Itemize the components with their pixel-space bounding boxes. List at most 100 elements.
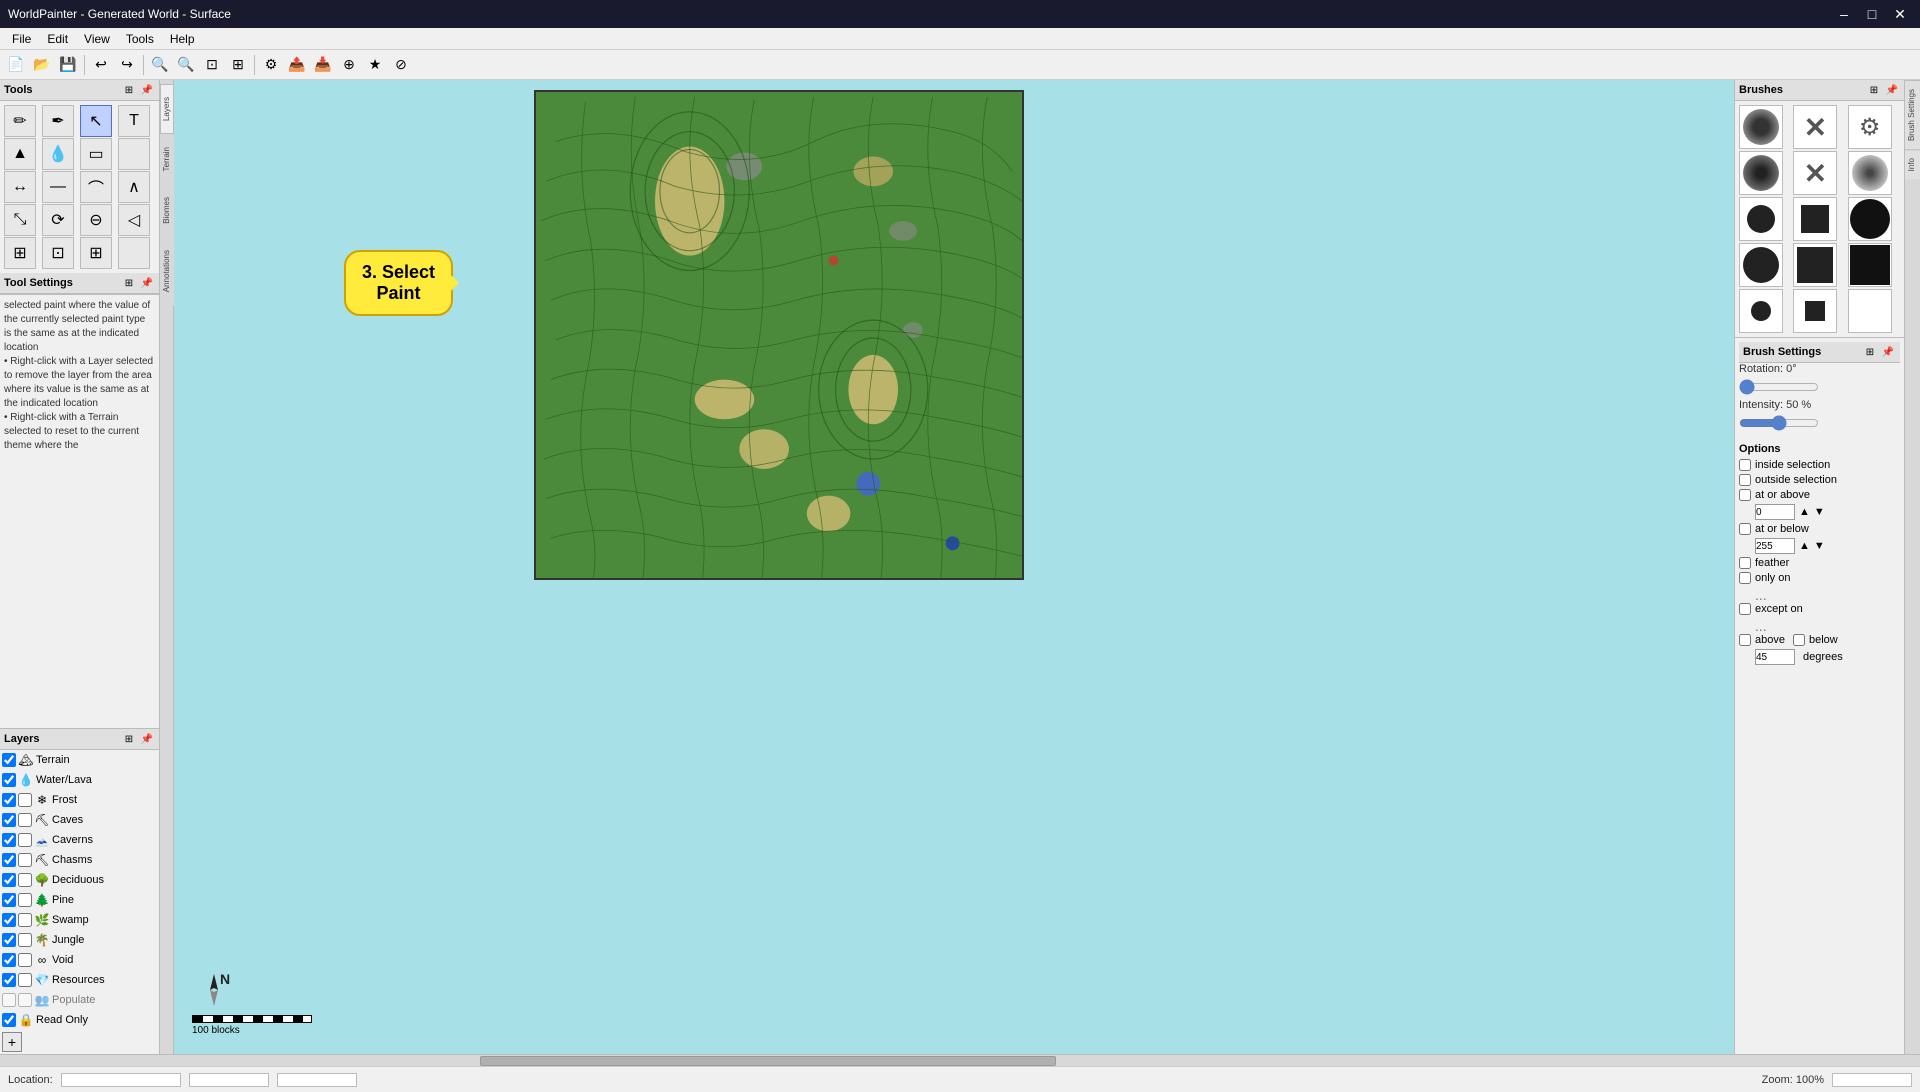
layer-check-pine[interactable] bbox=[2, 893, 16, 907]
at-below-spinner-down[interactable]: ▼ bbox=[1814, 540, 1825, 552]
side-tab-biomes[interactable]: Biomes bbox=[160, 184, 174, 237]
layer-item-void[interactable]: ∞ Void bbox=[0, 950, 159, 970]
toolbar-undo[interactable]: ↩ bbox=[89, 53, 113, 77]
tool-pencil[interactable]: ✒ bbox=[42, 105, 74, 137]
layer-check-swamp2[interactable] bbox=[18, 913, 32, 927]
layer-check-caves[interactable] bbox=[2, 813, 16, 827]
brush-circle-sm2[interactable] bbox=[1739, 289, 1783, 333]
brush-settings-pin-btn[interactable]: 📌 bbox=[1880, 344, 1896, 360]
toolbar-misc2[interactable]: ⊘ bbox=[389, 53, 413, 77]
menu-view[interactable]: View bbox=[76, 30, 118, 48]
tool-terrain[interactable]: ▲ bbox=[4, 138, 36, 170]
layer-item-chasms[interactable]: ⛏ Chasms bbox=[0, 850, 159, 870]
inside-selection-check[interactable] bbox=[1739, 459, 1751, 471]
rotation-slider[interactable] bbox=[1739, 379, 1819, 395]
toolbar-fit[interactable]: ⊡ bbox=[200, 53, 224, 77]
brush-circle-med2[interactable] bbox=[1739, 243, 1783, 287]
brush-square-med[interactable] bbox=[1793, 243, 1837, 287]
toolbar-zoom-out[interactable]: 🔍 bbox=[174, 53, 198, 77]
toolbar-export[interactable]: 📤 bbox=[285, 53, 309, 77]
brush-circle-lg[interactable] bbox=[1848, 197, 1892, 241]
tool-arrow-left[interactable]: ◁ bbox=[118, 204, 150, 236]
layer-item-jungle[interactable]: 🌴 Jungle bbox=[0, 930, 159, 950]
layer-item-frost[interactable]: ❄ Frost bbox=[0, 790, 159, 810]
below-check[interactable] bbox=[1793, 634, 1805, 646]
layer-check-terrain[interactable] bbox=[2, 753, 16, 767]
layer-check-void2[interactable] bbox=[18, 953, 32, 967]
toolbar-save[interactable]: 💾 bbox=[56, 53, 80, 77]
layer-check-void[interactable] bbox=[2, 953, 16, 967]
brush-gear[interactable]: ⚙ bbox=[1848, 105, 1892, 149]
canvas-area[interactable]: 3. SelectPaint bbox=[174, 80, 1734, 1054]
brush-settings-float-btn[interactable]: ⊞ bbox=[1862, 344, 1878, 360]
layer-item-terrain[interactable]: 🏔 Terrain bbox=[0, 750, 159, 770]
intensity-slider[interactable] bbox=[1739, 415, 1819, 431]
tool-pointer[interactable]: ↖ bbox=[80, 105, 112, 137]
add-layer-button[interactable]: + bbox=[2, 1032, 22, 1052]
map-container[interactable] bbox=[534, 90, 1024, 580]
layer-item-pine[interactable]: 🌲 Pine bbox=[0, 890, 159, 910]
tool-line[interactable]: — bbox=[42, 171, 74, 203]
layer-check-readonly[interactable] bbox=[2, 1013, 16, 1027]
brush-circle-sm[interactable] bbox=[1739, 197, 1783, 241]
brush-x-med[interactable]: ✕ bbox=[1793, 151, 1837, 195]
brush-square-sm[interactable] bbox=[1793, 197, 1837, 241]
brush-circle-grad-sm[interactable] bbox=[1739, 105, 1783, 149]
side-tab-annotations[interactable]: Annotations bbox=[160, 237, 174, 305]
toolbar-select[interactable]: ⊞ bbox=[226, 53, 250, 77]
tool-text[interactable]: T bbox=[118, 105, 150, 137]
layer-item-swamp[interactable]: 🌿 Swamp bbox=[0, 910, 159, 930]
except-on-check[interactable] bbox=[1739, 603, 1751, 615]
menu-edit[interactable]: Edit bbox=[39, 30, 76, 48]
above-check[interactable] bbox=[1739, 634, 1751, 646]
toolbar-misc1[interactable]: ★ bbox=[363, 53, 387, 77]
layer-check-jungle2[interactable] bbox=[18, 933, 32, 947]
layer-check-resources[interactable] bbox=[2, 973, 16, 987]
layers-float-btn[interactable]: ⊞ bbox=[121, 731, 137, 747]
layer-check-caverns2[interactable] bbox=[18, 833, 32, 847]
at-below-spinner-up[interactable]: ▲ bbox=[1799, 540, 1810, 552]
horizontal-scrollbar[interactable] bbox=[0, 1054, 1920, 1066]
brush-square-sm2[interactable] bbox=[1793, 289, 1837, 333]
layer-item-caves[interactable]: ⛏ Caves bbox=[0, 810, 159, 830]
layer-check-caves2[interactable] bbox=[18, 813, 32, 827]
menu-help[interactable]: Help bbox=[162, 30, 203, 48]
maximize-button[interactable]: □ bbox=[1860, 5, 1884, 23]
toolbar-open[interactable]: 📂 bbox=[30, 53, 54, 77]
right-tab-info[interactable]: Info bbox=[1905, 149, 1920, 179]
tool-settings-float-btn[interactable]: ⊞ bbox=[121, 275, 137, 291]
layer-check-deciduous[interactable] bbox=[2, 873, 16, 887]
layers-pin-btn[interactable]: 📌 bbox=[139, 731, 155, 747]
layer-check-frost2[interactable] bbox=[18, 793, 32, 807]
menu-tools[interactable]: Tools bbox=[118, 30, 162, 48]
toolbar-import[interactable]: 📥 bbox=[311, 53, 335, 77]
layer-check-jungle[interactable] bbox=[2, 933, 16, 947]
at-above-spinner-up[interactable]: ▲ bbox=[1799, 506, 1810, 518]
layer-check-populate[interactable] bbox=[2, 993, 16, 1007]
brush-x-sm[interactable]: ✕ bbox=[1793, 105, 1837, 149]
toolbar-settings[interactable]: ⚙ bbox=[259, 53, 283, 77]
degrees-input[interactable] bbox=[1755, 649, 1795, 665]
feather-check[interactable] bbox=[1739, 557, 1751, 569]
tool-grid[interactable]: ⊞ bbox=[4, 237, 36, 269]
tool-move[interactable]: ↔ bbox=[4, 171, 36, 203]
right-tab-brush-settings[interactable]: Brush Settings bbox=[1905, 80, 1920, 149]
at-above-spinner-down[interactable]: ▼ bbox=[1814, 506, 1825, 518]
layer-item-caverns[interactable]: 🗻 Caverns bbox=[0, 830, 159, 850]
at-or-below-check[interactable] bbox=[1739, 523, 1751, 535]
only-on-check[interactable] bbox=[1739, 572, 1751, 584]
tool-rect[interactable]: ▭ bbox=[80, 138, 112, 170]
side-tab-terrain[interactable]: Terrain bbox=[160, 134, 174, 184]
layer-check-deciduous2[interactable] bbox=[18, 873, 32, 887]
layer-check-frost[interactable] bbox=[2, 793, 16, 807]
brushes-pin-btn[interactable]: 📌 bbox=[1884, 82, 1900, 98]
tools-float-btn[interactable]: ⊞ bbox=[121, 82, 137, 98]
layer-item-deciduous[interactable]: 🌳 Deciduous bbox=[0, 870, 159, 890]
tool-water[interactable]: 💧 bbox=[42, 138, 74, 170]
toolbar-merge[interactable]: ⊕ bbox=[337, 53, 361, 77]
scrollbar-thumb[interactable] bbox=[480, 1056, 1056, 1066]
at-above-value-input[interactable] bbox=[1755, 504, 1795, 520]
menu-file[interactable]: File bbox=[4, 30, 39, 48]
tool-copy[interactable]: ⊡ bbox=[42, 237, 74, 269]
layer-item-readonly[interactable]: 🔒 Read Only bbox=[0, 1010, 159, 1030]
